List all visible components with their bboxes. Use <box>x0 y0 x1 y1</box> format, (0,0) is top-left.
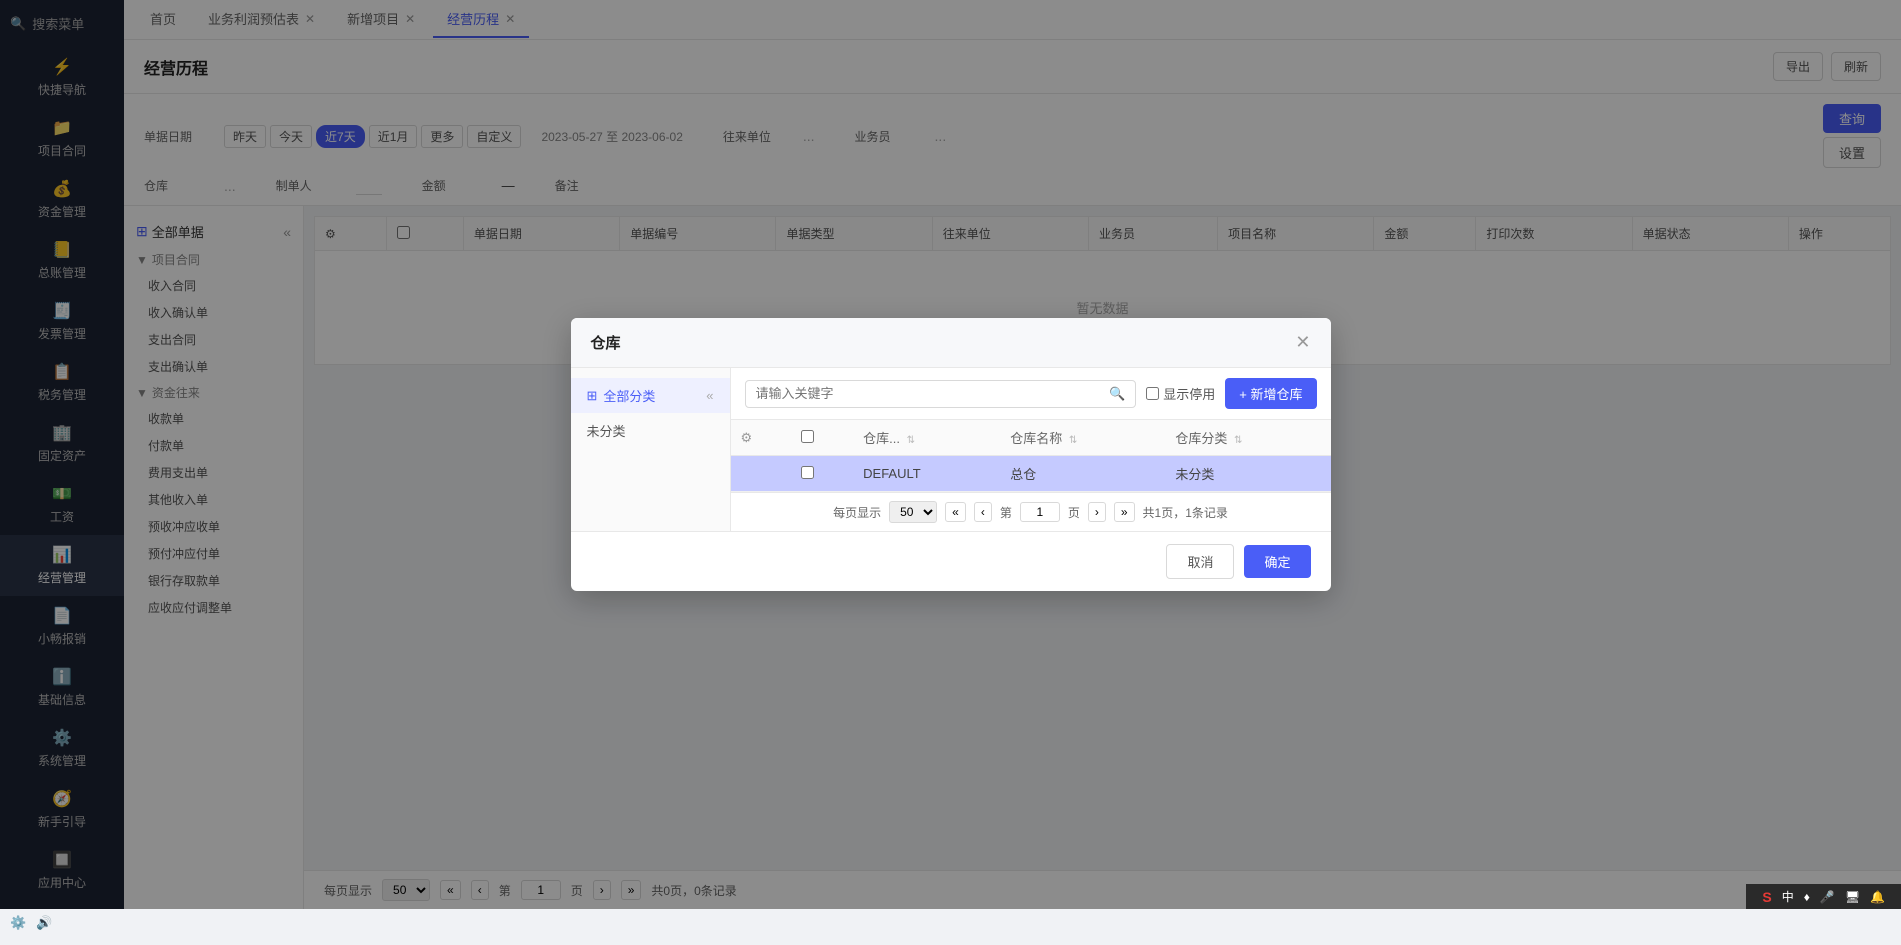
taskbar-bottom: S 中 ♦ 🎤 🖥 🔔 <box>1746 884 1901 909</box>
modal-left-uncategorized-label: 未分类 <box>587 421 626 440</box>
modal-page-size-label: 每页显示 <box>833 504 881 521</box>
taskbar-mic[interactable]: 🎤 <box>1820 890 1835 904</box>
modal-pagination: 每页显示 50 « ‹ 第 页 › » 共1页，1条记录 <box>731 492 1331 531</box>
settings-bottom-icon[interactable]: ⚙️ <box>10 915 26 931</box>
modal-close-icon[interactable]: ✕ <box>1295 332 1310 353</box>
cancel-button[interactable]: 取消 <box>1166 544 1234 579</box>
sort-icon-code: ⇅ <box>907 435 915 446</box>
modal-collapse-icon[interactable]: « <box>706 388 713 403</box>
modal-overlay[interactable]: 仓库 ✕ ⊞ 全部分类 « 未分类 🔍 <box>0 0 1901 909</box>
modal-last-page-btn[interactable]: » <box>1114 502 1135 522</box>
search-box: 🔍 <box>745 380 1137 408</box>
modal-left-panel: ⊞ 全部分类 « 未分类 <box>571 368 731 531</box>
modal-page-label: 第 <box>1000 504 1012 521</box>
modal-left-all-label: 全部分类 <box>603 386 655 405</box>
modal-th-code[interactable]: 仓库... ⇅ <box>853 420 1000 456</box>
modal-prev-page-btn[interactable]: ‹ <box>974 502 992 522</box>
grid-icon2: ⊞ <box>587 388 598 404</box>
modal-table-area: ⚙ 仓库... ⇅ 仓库名称 <box>731 420 1331 492</box>
modal-title: 仓库 <box>591 332 621 353</box>
taskbar-logo: S <box>1762 889 1771 905</box>
modal-right-panel: 🔍 显示停用 + 新增仓库 ⚙ <box>731 368 1331 531</box>
modal-th-category-label: 仓库分类 <box>1175 431 1227 446</box>
modal-footer: 取消 确定 <box>571 531 1331 591</box>
show-disabled-checkbox-label[interactable]: 显示停用 <box>1146 384 1215 403</box>
row-checkbox-cell[interactable] <box>791 456 854 492</box>
modal-left-uncategorized[interactable]: 未分类 <box>571 413 730 448</box>
modal-table: ⚙ 仓库... ⇅ 仓库名称 <box>731 420 1331 492</box>
confirm-button[interactable]: 确定 <box>1244 545 1310 578</box>
row-settings-cell <box>731 456 791 492</box>
modal-th-code-label: 仓库... <box>863 431 900 446</box>
add-warehouse-button[interactable]: + 新增仓库 <box>1225 378 1316 409</box>
modal-left-all[interactable]: ⊞ 全部分类 « <box>571 378 730 413</box>
modal-first-page-btn[interactable]: « <box>945 502 966 522</box>
taskbar-dot: ♦ <box>1804 890 1810 904</box>
modal-th-category[interactable]: 仓库分类 ⇅ <box>1165 420 1330 456</box>
show-disabled-checkbox[interactable] <box>1146 387 1159 400</box>
taskbar-lang[interactable]: 中 <box>1782 888 1794 905</box>
modal-body: ⊞ 全部分类 « 未分类 🔍 显示停用 <box>571 368 1331 531</box>
modal-page-number-input[interactable] <box>1020 502 1060 522</box>
volume-icon[interactable]: 🔊 <box>36 915 52 931</box>
modal-select-all-checkbox[interactable] <box>801 430 814 443</box>
taskbar-bell[interactable]: 🔔 <box>1870 890 1885 904</box>
table-row[interactable]: DEFAULT 总仓 未分类 <box>731 456 1331 492</box>
modal-page-size-select[interactable]: 50 <box>889 501 937 523</box>
row-checkbox[interactable] <box>801 466 814 479</box>
row-code-cell: DEFAULT <box>853 456 1000 492</box>
modal-th-checkbox[interactable] <box>791 420 854 456</box>
modal-th-name-label: 仓库名称 <box>1010 431 1062 446</box>
search-input[interactable] <box>756 386 1104 401</box>
modal-th-name[interactable]: 仓库名称 ⇅ <box>1000 420 1165 456</box>
modal-settings-icon[interactable]: ⚙ <box>741 430 753 445</box>
modal-toolbar: 🔍 显示停用 + 新增仓库 <box>731 368 1331 420</box>
show-disabled-label: 显示停用 <box>1163 384 1215 403</box>
modal-page-suffix: 页 <box>1068 504 1080 521</box>
modal-th-settings[interactable]: ⚙ <box>731 420 791 456</box>
warehouse-modal: 仓库 ✕ ⊞ 全部分类 « 未分类 🔍 <box>571 318 1331 591</box>
modal-next-page-btn[interactable]: › <box>1088 502 1106 522</box>
taskbar-screen[interactable]: 🖥 <box>1845 890 1860 904</box>
modal-total-info: 共1页，1条记录 <box>1143 504 1228 521</box>
sort-icon-category: ⇅ <box>1234 435 1242 446</box>
row-category-cell: 未分类 <box>1165 456 1330 492</box>
modal-header: 仓库 ✕ <box>571 318 1331 368</box>
search-icon2: 🔍 <box>1109 386 1125 402</box>
row-name-cell: 总仓 <box>1000 456 1165 492</box>
sort-icon-name: ⇅ <box>1069 435 1077 446</box>
